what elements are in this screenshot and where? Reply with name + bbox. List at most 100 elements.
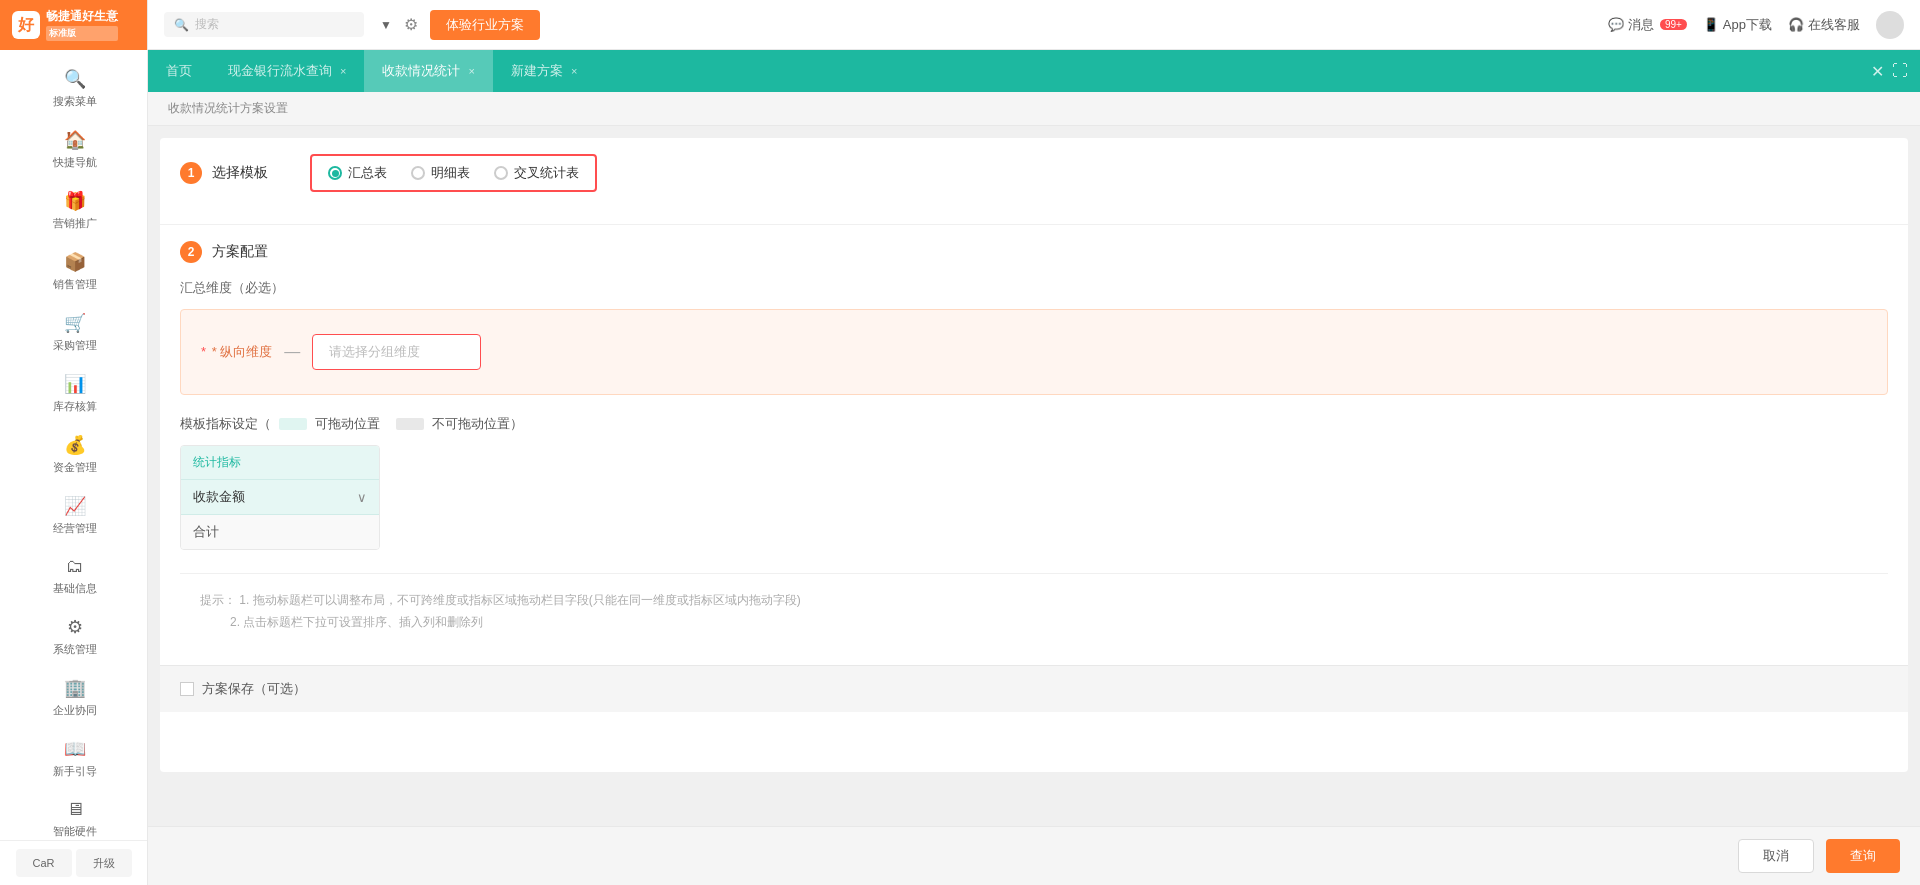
tip-2: 2. 点击标题栏下拉可设置排序、插入列和删除列 <box>200 612 1868 634</box>
section-number-1: 1 <box>180 162 202 184</box>
page-wrapper: 收款情况统计方案设置 1 选择模板 汇总表 <box>148 92 1920 826</box>
close-window-icon[interactable]: ✕ <box>1871 62 1884 81</box>
tab-new-plan[interactable]: 新建方案 × <box>493 50 595 92</box>
tab-collection-stats-close[interactable]: × <box>468 65 474 77</box>
tab-cash-flow-close[interactable]: × <box>340 65 346 77</box>
template-cross-label: 交叉统计表 <box>514 164 579 182</box>
template-option-cross[interactable]: 交叉统计表 <box>494 164 579 182</box>
stats-total: 合计 <box>181 515 379 549</box>
sidebar-item-purchase[interactable]: 🛒 采购管理 <box>0 302 147 363</box>
sidebar-item-inventory[interactable]: 📊 库存核算 <box>0 363 147 424</box>
sidebar-item-base-info[interactable]: 🗂 基础信息 <box>0 546 147 606</box>
sidebar-item-label: 快捷导航 <box>53 155 97 170</box>
tab-collection-stats-label: 收款情况统计 <box>382 62 460 80</box>
save-checkbox[interactable] <box>180 682 194 696</box>
notification-label: 消息 <box>1628 16 1654 34</box>
form-container: 1 选择模板 汇总表 明细表 <box>160 138 1908 772</box>
tab-cash-flow-label: 现金银行流水查询 <box>228 62 332 80</box>
sidebar-item-quick-nav[interactable]: 🏠 快捷导航 <box>0 119 147 180</box>
topbar-search[interactable]: 🔍 搜索 <box>164 12 364 37</box>
chart-icon: 📊 <box>64 373 86 395</box>
tab-new-plan-close[interactable]: × <box>571 65 577 77</box>
topbar-dropdown[interactable]: ▼ <box>376 18 392 32</box>
home-icon: 🏠 <box>64 129 86 151</box>
cancel-button[interactable]: 取消 <box>1738 839 1814 873</box>
settings-icon[interactable]: ⚙ <box>404 15 418 34</box>
sidebar-item-search[interactable]: 🔍 搜索菜单 <box>0 58 147 119</box>
tip-1: 提示： 1. 拖动标题栏可以调整布局，不可跨维度或指标区域拖动栏目字段(只能在同… <box>200 590 1868 612</box>
sidebar-item-label: 销售管理 <box>53 277 97 292</box>
sidebar-item-label: 营销推广 <box>53 216 97 231</box>
gift-icon: 🎁 <box>64 190 86 212</box>
arrow-icon: — <box>284 343 300 361</box>
chevron-down-icon: ▼ <box>380 18 392 32</box>
radio-summary[interactable] <box>328 166 342 180</box>
search-icon: 🔍 <box>64 68 86 90</box>
main-area: 🔍 搜索 ▼ ⚙ 体验行业方案 💬 消息 99+ 📱 App下载 🎧 在线客服 <box>148 0 1920 885</box>
required-mark: * <box>201 344 206 359</box>
template-section-title: 选择模板 <box>212 164 268 182</box>
template-detail-label: 明细表 <box>431 164 470 182</box>
tip-1-text: 1. 拖动标题栏可以调整布局，不可跨维度或指标区域拖动栏目字段(只能在同一维度或… <box>239 593 800 607</box>
search-icon: 🔍 <box>174 18 189 32</box>
query-button[interactable]: 查询 <box>1826 839 1900 873</box>
search-placeholder: 搜索 <box>195 16 219 33</box>
config-section-header: 2 方案配置 <box>180 241 1888 263</box>
draggable-label: 可拖动位置 <box>315 415 380 433</box>
sidebar-item-sales[interactable]: 📦 销售管理 <box>0 241 147 302</box>
radio-cross[interactable] <box>494 166 508 180</box>
template-section: 1 选择模板 汇总表 明细表 <box>160 138 1908 225</box>
maximize-icon[interactable]: ⛶ <box>1892 62 1908 80</box>
template-summary-label: 汇总表 <box>348 164 387 182</box>
sidebar-bottom-upgrade-btn[interactable]: 升级 <box>76 849 132 877</box>
template-option-detail[interactable]: 明细表 <box>411 164 470 182</box>
tip-prefix: 提示： <box>200 593 236 607</box>
non-draggable-indicator <box>396 418 424 430</box>
stats-item-label: 收款金额 <box>193 488 245 506</box>
tab-home[interactable]: 首页 <box>148 50 210 92</box>
notification-btn[interactable]: 💬 消息 99+ <box>1608 16 1687 34</box>
breadcrumb-text: 收款情况统计方案设置 <box>168 101 288 115</box>
template-option-summary[interactable]: 汇总表 <box>328 164 387 182</box>
content-area: 收款情况统计方案设置 1 选择模板 汇总表 <box>148 92 1920 826</box>
tab-collection-stats[interactable]: 收款情况统计 × <box>364 50 492 92</box>
gear-icon: ⚙ <box>67 616 83 638</box>
money-icon: 💰 <box>64 434 86 456</box>
sidebar-bottom-car-btn[interactable]: CaR <box>16 849 72 877</box>
dim-select[interactable]: 请选择分组维度 <box>312 334 481 370</box>
chevron-down-icon[interactable]: ∨ <box>357 490 367 505</box>
headset-icon: 🎧 <box>1788 17 1804 32</box>
sidebar-item-enterprise[interactable]: 🏢 企业协同 <box>0 667 147 728</box>
tip-2-text: 2. 点击标题栏下拉可设置排序、插入列和删除列 <box>230 615 483 629</box>
sidebar-item-marketing[interactable]: 🎁 营销推广 <box>0 180 147 241</box>
sidebar-item-operations[interactable]: 📈 经营管理 <box>0 485 147 546</box>
sidebar-item-label: 采购管理 <box>53 338 97 353</box>
sidebar-item-label: 搜索菜单 <box>53 94 97 109</box>
monitor-icon: 🖥 <box>66 799 84 820</box>
dimension-row: * * 纵向维度 — 请选择分组维度 <box>201 334 481 370</box>
sidebar-item-label: 经营管理 <box>53 521 97 536</box>
building-icon: 🏢 <box>64 677 86 699</box>
tips-section: 提示： 1. 拖动标题栏可以调整布局，不可跨维度或指标区域拖动栏目字段(只能在同… <box>180 573 1888 649</box>
metrics-settings-text: 模板指标设定（ <box>180 415 271 433</box>
radio-detail[interactable] <box>411 166 425 180</box>
sidebar-item-label: 系统管理 <box>53 642 97 657</box>
tab-cash-flow[interactable]: 现金银行流水查询 × <box>210 50 364 92</box>
breadcrumb: 收款情况统计方案设置 <box>148 92 1920 126</box>
template-section-header: 1 选择模板 汇总表 明细表 <box>180 154 1888 192</box>
config-section: 2 方案配置 汇总维度（必选） * * 纵向维度 — 请选择分组维度 <box>160 225 1908 665</box>
online-service-btn[interactable]: 🎧 在线客服 <box>1788 16 1860 34</box>
sidebar-item-funds[interactable]: 💰 资金管理 <box>0 424 147 485</box>
sidebar-item-system[interactable]: ⚙ 系统管理 <box>0 606 147 667</box>
config-section-title: 方案配置 <box>212 243 268 261</box>
app-download-btn[interactable]: 📱 App下载 <box>1703 16 1772 34</box>
sidebar-item-guide[interactable]: 📖 新手引导 <box>0 728 147 789</box>
logo-icon: 好 <box>12 11 40 39</box>
trial-btn[interactable]: 体验行业方案 <box>430 10 540 40</box>
vertical-dim-text: * 纵向维度 <box>212 344 273 359</box>
tabbar: 首页 现金银行流水查询 × 收款情况统计 × 新建方案 × ✕ ⛶ <box>148 50 1920 92</box>
sidebar-bottom: CaR 升级 <box>0 840 147 885</box>
sidebar: 好 畅捷通好生意 标准版 🔍 搜索菜单 🏠 快捷导航 🎁 营销推广 📦 销售管理… <box>0 0 148 885</box>
sidebar-item-hardware[interactable]: 🖥 智能硬件 <box>0 789 147 840</box>
user-avatar[interactable] <box>1876 11 1904 39</box>
